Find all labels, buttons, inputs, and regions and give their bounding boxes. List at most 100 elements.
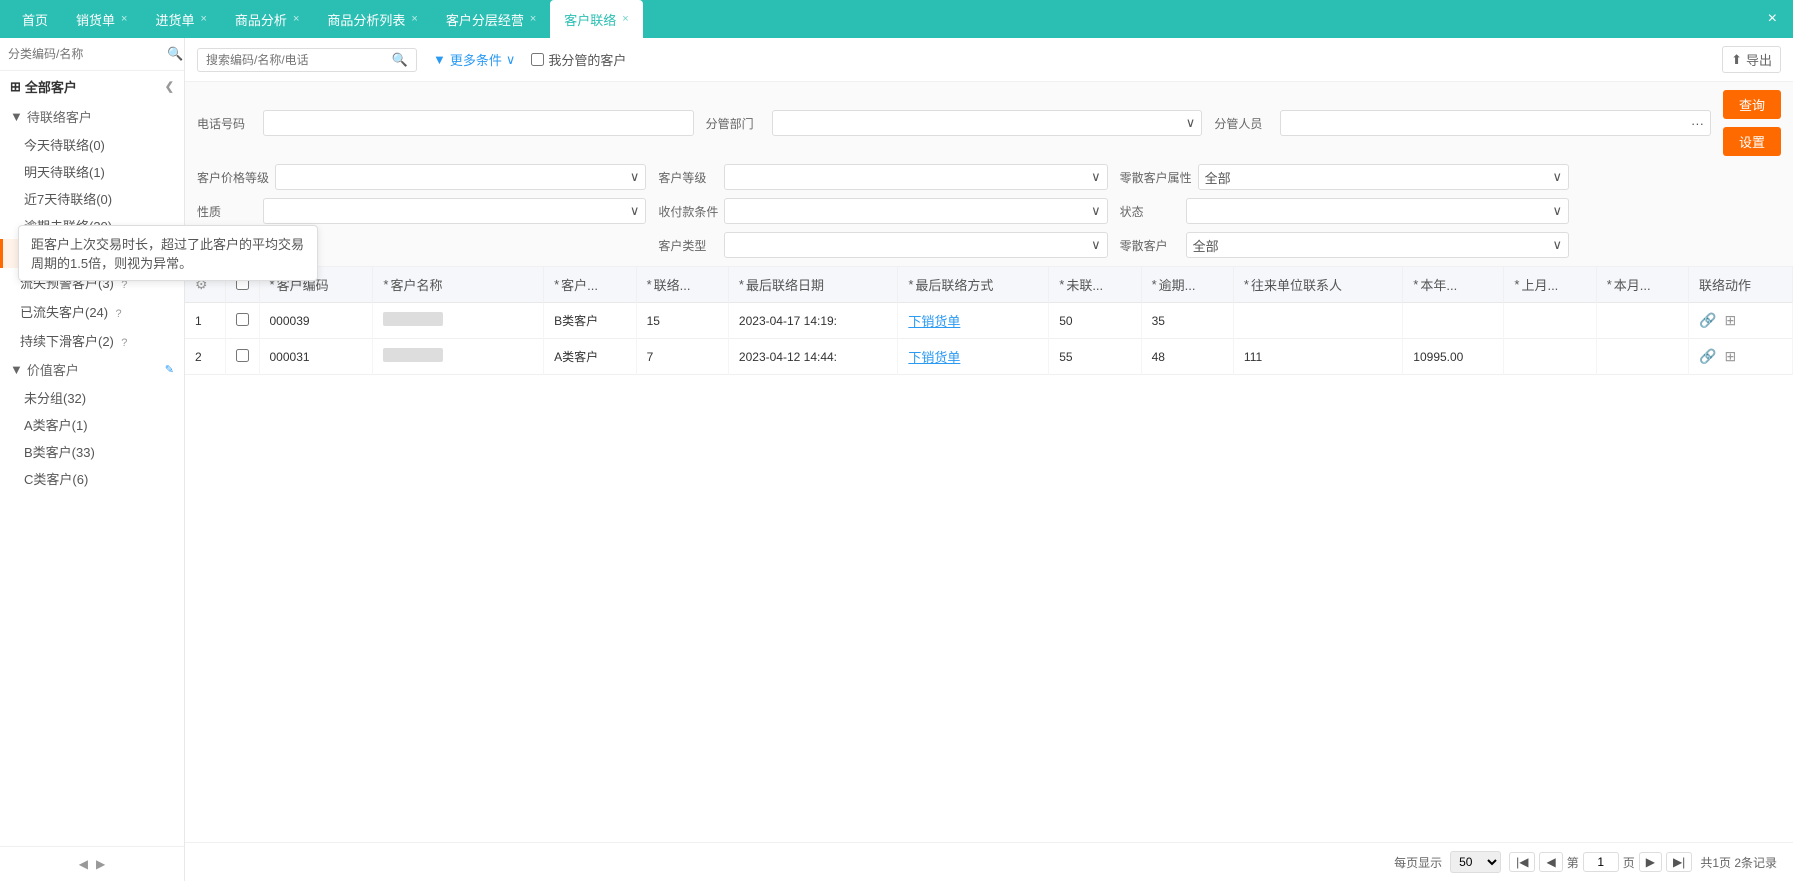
table-header-row: ⚙ * 客户编码 * [185, 267, 1793, 303]
col-this-month: * 本月... [1596, 267, 1688, 303]
filter-panel: 电话号码 分管部门 ∨ 分管人员 ··· [185, 82, 1793, 267]
customer-level-select[interactable]: ∨ [724, 164, 1107, 190]
close-sales-icon[interactable]: × [121, 13, 127, 25]
follow-up-group[interactable]: ▼ 待联络客户 [0, 102, 184, 131]
collapse-sidebar-icon[interactable]: ❮ [165, 80, 174, 93]
settings-button[interactable]: 设置 [1723, 127, 1781, 156]
value-group-edit-icon[interactable]: ✎ [165, 363, 174, 376]
col-overdue: * 逾期... [1141, 267, 1233, 303]
nav-customer-contact[interactable]: 客户联络 × [550, 0, 642, 38]
total-records: 共1页 2条记录 [1700, 854, 1777, 871]
filter-retail-attr: 零散客户属性 全部 ∨ [1120, 164, 1569, 190]
row1-unit-contacts [1233, 303, 1402, 339]
sidebar-nav-next[interactable]: ▶ [96, 857, 105, 871]
close-product-analysis-icon[interactable]: × [293, 13, 299, 25]
phone-input[interactable] [263, 110, 694, 136]
row2-checkbox [225, 339, 259, 375]
dept-select[interactable]: ∨ [772, 110, 1203, 136]
manager-select[interactable]: ··· [1280, 110, 1711, 136]
my-customer-checkbox-wrap[interactable]: 我分管的客户 [531, 50, 626, 69]
close-product-list-icon[interactable]: × [411, 13, 417, 25]
filter-row-1: 电话号码 分管部门 ∨ 分管人员 ··· [197, 90, 1781, 156]
nav-purchase[interactable]: 进货单 × [141, 0, 220, 38]
row2-link-action-icon[interactable]: 🔗 [1699, 348, 1716, 365]
retail-customer-chevron-icon: ∨ [1552, 237, 1562, 253]
page-number-input[interactable] [1583, 852, 1619, 872]
row2-overdue: 48 [1141, 339, 1233, 375]
manager-more-icon: ··· [1691, 116, 1704, 131]
search-icon[interactable]: 🔍 [392, 52, 408, 68]
row2-last-method-link[interactable]: 下销货单 [908, 350, 960, 365]
first-page-button[interactable]: |◀ [1509, 852, 1535, 872]
col-last-month: * 上月... [1504, 267, 1596, 303]
row2-select-checkbox[interactable] [236, 349, 249, 362]
content-area: 🔍 ▼ 更多条件 ∨ 我分管的客户 ⬆ 导出 电话号码 [185, 38, 1793, 881]
table-row: 1 000039 B类客户 15 2023-04-17 14:19: 下销货单 [185, 303, 1793, 339]
close-customer-tier-icon[interactable]: × [530, 13, 536, 25]
declining-item[interactable]: 持续下滑客户(2) ? [0, 326, 184, 355]
filter-gender: 性质 ∨ [197, 198, 646, 224]
row1-link-action-icon[interactable]: 🔗 [1699, 312, 1716, 329]
close-customer-contact-icon[interactable]: × [622, 13, 628, 25]
window-close-button[interactable]: × [1760, 10, 1785, 28]
query-button[interactable]: 查询 [1723, 90, 1781, 119]
retail-attr-chevron-icon: ∨ [1552, 169, 1562, 185]
row1-contacts: 15 [636, 303, 728, 339]
filter-row-4: ··· 客户类型 ∨ 零散客户 全部 ∨ [197, 232, 1781, 258]
per-page-select[interactable]: 50 100 200 [1450, 851, 1501, 873]
row2-name [373, 339, 544, 375]
value-group[interactable]: ▼ 价值客户 ✎ [0, 355, 184, 384]
nav-customer-tier[interactable]: 客户分层经营 × [432, 0, 550, 38]
my-customer-checkbox[interactable] [531, 53, 544, 66]
lost-actual-info-icon: ? [115, 308, 121, 320]
row2-grid-action-icon[interactable]: ⊞ [1724, 348, 1736, 365]
value-ungroup[interactable]: 未分组(32) [0, 384, 184, 411]
filter-customer-level: 客户等级 ∨ [658, 164, 1107, 190]
search-input[interactable] [206, 53, 388, 67]
prev-page-button[interactable]: ◀ [1539, 852, 1562, 872]
follow-today[interactable]: 今天待联络(0) [0, 131, 184, 158]
status-select[interactable]: ∨ [1186, 198, 1569, 224]
retail-attr-select[interactable]: 全部 ∨ [1198, 164, 1569, 190]
row1-last-method-link[interactable]: 下销货单 [908, 314, 960, 329]
nav-product-analysis[interactable]: 商品分析 × [221, 0, 313, 38]
col-unit-contacts: * 往来单位联系人 [1233, 267, 1402, 303]
nav-home[interactable]: 首页 [8, 0, 62, 38]
data-table: ⚙ * 客户编码 * [185, 267, 1793, 375]
filter-row-2: 客户价格等级 ∨ 客户等级 ∨ 零散客户属性 全部 [197, 164, 1781, 190]
value-b[interactable]: B类客户(33) [0, 438, 184, 465]
col-last-method: * 最后联络方式 [898, 267, 1049, 303]
sidebar-nav-prev[interactable]: ◀ [79, 857, 88, 871]
filter-retail-customer: 零散客户 全部 ∨ [1120, 232, 1569, 258]
export-button[interactable]: ⬆ 导出 [1722, 46, 1781, 73]
row1-select-checkbox[interactable] [236, 313, 249, 326]
col-this-year: * 本年... [1403, 267, 1504, 303]
row1-grid-action-icon[interactable]: ⊞ [1724, 312, 1736, 329]
nav-product-list[interactable]: 商品分析列表 × [313, 0, 431, 38]
price-level-chevron-icon: ∨ [630, 169, 640, 185]
row2-last-month [1504, 339, 1596, 375]
sidebar-search-input[interactable] [8, 47, 163, 61]
close-purchase-icon[interactable]: × [200, 13, 206, 25]
last-page-button[interactable]: ▶| [1666, 852, 1692, 872]
retail-customer-select[interactable]: 全部 ∨ [1186, 232, 1569, 258]
nav-sales[interactable]: 销货单 × [62, 0, 141, 38]
follow-7days[interactable]: 近7天待联络(0) [0, 185, 184, 212]
gender-select[interactable]: ∨ [263, 198, 646, 224]
payment-select[interactable]: ∨ [724, 198, 1107, 224]
pagination-nav: |◀ ◀ 第 页 ▶ ▶| [1509, 852, 1692, 872]
row1-name-blurred [383, 312, 443, 326]
value-a[interactable]: A类客户(1) [0, 411, 184, 438]
row2-last-method: 下销货单 [898, 339, 1049, 375]
follow-tomorrow[interactable]: 明天待联络(1) [0, 158, 184, 185]
all-customers-title[interactable]: ⊞ 全部客户 ❮ [0, 71, 184, 102]
row1-checkbox [225, 303, 259, 339]
sidebar-search-icon[interactable]: 🔍 [167, 46, 183, 62]
more-filter-button[interactable]: ▼ 更多条件 ∨ [425, 47, 523, 72]
next-page-button[interactable]: ▶ [1639, 852, 1662, 872]
lost-actual-item[interactable]: 已流失客户(24) ? [0, 297, 184, 326]
price-level-select[interactable]: ∨ [275, 164, 646, 190]
value-c[interactable]: C类客户(6) [0, 465, 184, 492]
row1-code: 000039 [259, 303, 373, 339]
customer-type-select[interactable]: ∨ [724, 232, 1107, 258]
